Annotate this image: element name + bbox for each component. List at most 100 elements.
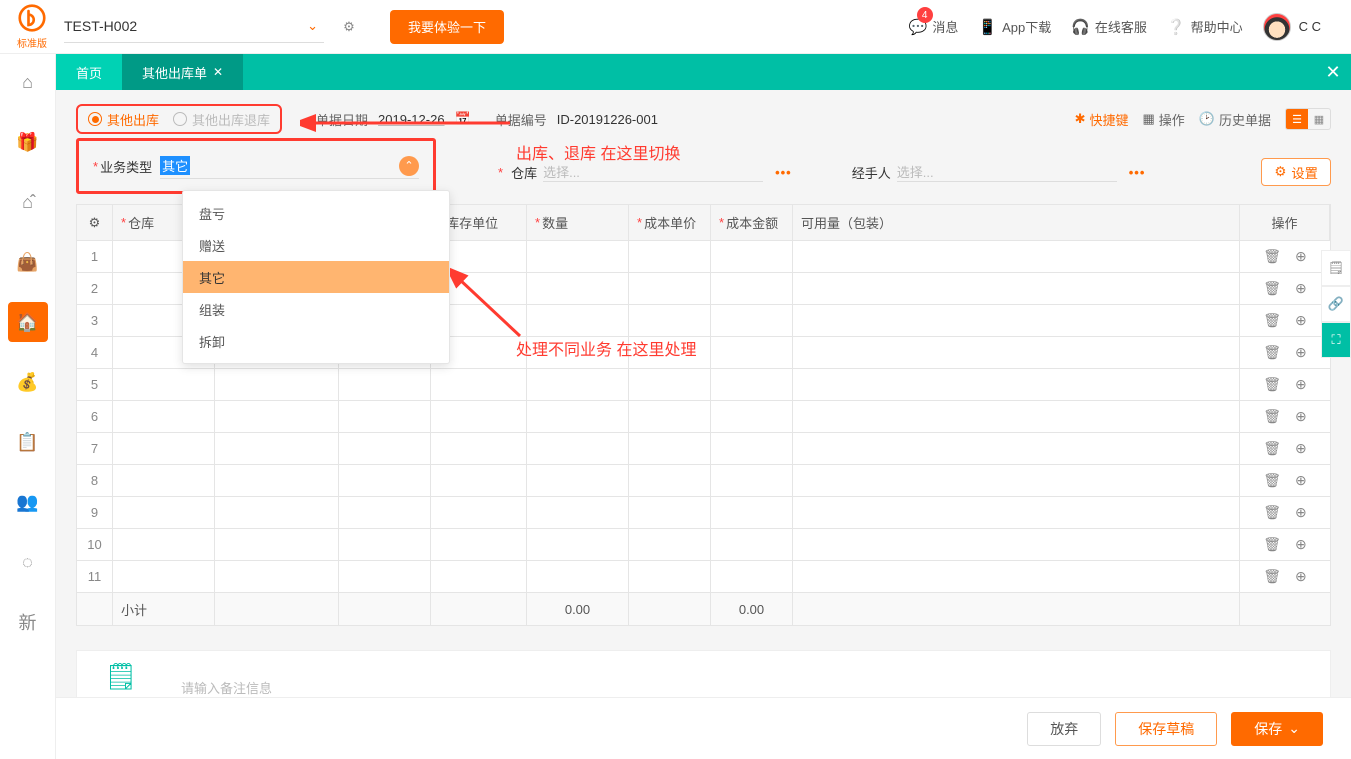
expand-tool-icon[interactable]: ⛶: [1321, 322, 1351, 358]
dropdown-item[interactable]: 盘亏: [183, 197, 449, 229]
history-icon: 🕑: [1199, 111, 1215, 127]
handler-select[interactable]: 选择...: [897, 162, 1117, 182]
table-row[interactable]: 7🗑⊕: [77, 433, 1330, 465]
add-icon[interactable]: ⊕: [1295, 408, 1307, 425]
discard-button[interactable]: 放弃: [1027, 712, 1101, 746]
more-icon[interactable]: •••: [1129, 165, 1146, 180]
dropdown-item[interactable]: 赠送: [183, 229, 449, 261]
add-icon[interactable]: ⊕: [1295, 344, 1307, 361]
view-grid-icon[interactable]: ▦: [1308, 109, 1330, 129]
delete-icon[interactable]: 🗑: [1263, 504, 1281, 521]
add-icon[interactable]: ⊕: [1295, 248, 1307, 265]
nav-home-icon[interactable]: ⌂: [8, 62, 48, 102]
add-icon[interactable]: ⊕: [1295, 536, 1307, 553]
table-row[interactable]: 5 🗑 ⊕: [77, 369, 1330, 401]
add-icon[interactable]: ⊕: [1295, 472, 1307, 489]
tab-other-outbound[interactable]: 其他出库单 ✕: [122, 54, 243, 90]
close-icon[interactable]: ✕: [213, 65, 223, 79]
save-draft-button[interactable]: 保存草稿: [1115, 712, 1217, 746]
dropdown-item[interactable]: 组装: [183, 293, 449, 325]
table-row[interactable]: 8 🗑 ⊕: [77, 465, 1330, 497]
business-type-field: * 业务类型 其它 ⌃: [76, 138, 436, 194]
user-menu[interactable]: C C: [1263, 13, 1321, 41]
row-index: 8: [77, 465, 113, 496]
row-index: 6: [77, 401, 113, 432]
messages-button[interactable]: 💬 消息 4: [909, 17, 959, 36]
warehouse-select[interactable]: 选择...: [543, 162, 763, 182]
outbound-mode-radio-group: 其他出库 其他出库退库: [76, 104, 282, 134]
tab-bar-close-icon[interactable]: ✕: [1315, 54, 1351, 90]
store-selector[interactable]: TEST-H002 ⌄: [64, 11, 324, 43]
delete-icon[interactable]: 🗑: [1263, 312, 1281, 329]
shortcut-link[interactable]: ✱快捷键: [1075, 110, 1129, 129]
doc-meta: 单据日期 2019-12-26 📅 单据编号 ID-20191226-001: [316, 110, 658, 129]
nav-sync-icon[interactable]: ◌: [8, 542, 48, 582]
row-index: 5: [77, 369, 113, 400]
save-button[interactable]: 保存 ⌄: [1231, 712, 1323, 746]
radio-other-outbound[interactable]: 其他出库: [88, 110, 159, 129]
headset-icon: 🎧: [1071, 18, 1090, 36]
col-operate: 操作: [1240, 205, 1330, 240]
date-value[interactable]: 2019-12-26: [378, 112, 445, 127]
add-icon[interactable]: ⊕: [1295, 440, 1307, 457]
more-icon[interactable]: •••: [775, 165, 792, 180]
dropdown-item[interactable]: 拆卸: [183, 325, 449, 357]
nav-bag-icon[interactable]: 👜: [8, 242, 48, 282]
add-icon[interactable]: ⊕: [1295, 312, 1307, 329]
delete-icon[interactable]: 🗑: [1263, 536, 1281, 553]
nav-clipboard-icon[interactable]: 📋: [8, 422, 48, 462]
history-link[interactable]: 🕑历史单据: [1199, 110, 1271, 129]
delete-icon[interactable]: 🗑: [1263, 408, 1281, 425]
nav-money-icon[interactable]: 💰: [8, 362, 48, 402]
table-row[interactable]: 10 🗑 ⊕: [77, 529, 1330, 561]
add-icon[interactable]: ⊕: [1295, 280, 1307, 297]
try-experience-button[interactable]: 我要体验一下: [390, 10, 504, 44]
note-tool-icon[interactable]: 🗒: [1321, 250, 1351, 286]
doc-toolbar: ✱快捷键 ▦操作 🕑历史单据 ☰ ▦: [1075, 108, 1331, 130]
online-service-button[interactable]: 🎧 在线客服: [1071, 17, 1147, 36]
delete-icon[interactable]: 🗑: [1263, 344, 1281, 361]
nav-house-icon[interactable]: ⌂̂: [8, 182, 48, 222]
row-index: 10: [77, 529, 113, 560]
subtotal-amount: 0.00: [711, 593, 793, 625]
delete-icon[interactable]: 🗑: [1263, 280, 1281, 297]
delete-icon[interactable]: 🗑: [1263, 472, 1281, 489]
settings-button[interactable]: ⚙ 设置: [1261, 158, 1331, 186]
tab-home[interactable]: 首页: [56, 54, 122, 90]
delete-icon[interactable]: 🗑: [1263, 376, 1281, 393]
add-icon[interactable]: ⊕: [1295, 568, 1307, 585]
doc-header-row: 其他出库 其他出库退库 单据日期 2019-12-26 📅 单据编号 ID-20…: [76, 104, 1331, 134]
nav-gift-icon[interactable]: 🎁: [8, 122, 48, 162]
delete-icon[interactable]: 🗑: [1263, 248, 1281, 265]
biz-type-value: 其它: [160, 156, 190, 175]
dropdown-item[interactable]: 其它: [183, 261, 449, 293]
gear-icon: ✱: [1075, 111, 1086, 127]
table-row[interactable]: 9🗑⊕: [77, 497, 1330, 529]
table-row[interactable]: 6 🗑 ⊕: [77, 401, 1330, 433]
radio-other-outbound-return[interactable]: 其他出库退库: [173, 110, 270, 129]
add-icon[interactable]: ⊕: [1295, 504, 1307, 521]
view-list-icon[interactable]: ☰: [1286, 109, 1308, 129]
link-tool-icon[interactable]: 🔗: [1321, 286, 1351, 322]
delete-icon[interactable]: 🗑: [1263, 440, 1281, 457]
warehouse-field: * 仓库 选择... •••: [498, 162, 792, 182]
operate-link[interactable]: ▦操作: [1142, 110, 1184, 129]
gear-icon[interactable]: ⚙: [77, 205, 113, 240]
calendar-icon[interactable]: 📅: [455, 111, 471, 127]
help-center-button[interactable]: ❔ 帮助中心: [1167, 17, 1243, 36]
docno-value: ID-20191226-001: [557, 112, 658, 127]
app-download-button[interactable]: 📱 App下载: [978, 17, 1051, 36]
handler-field: 经手人 选择... •••: [852, 162, 1146, 182]
add-icon[interactable]: ⊕: [1295, 376, 1307, 393]
chevron-down-icon: ⌄: [307, 18, 318, 34]
table-row[interactable]: 11🗑⊕: [77, 561, 1330, 593]
chevron-up-icon: ⌃: [399, 156, 419, 176]
avatar: [1263, 13, 1291, 41]
nav-warehouse-icon[interactable]: 🏠: [8, 302, 48, 342]
delete-icon[interactable]: 🗑: [1263, 568, 1281, 585]
nav-new-icon[interactable]: 新: [8, 602, 48, 642]
nav-contacts-icon[interactable]: 👥: [8, 482, 48, 522]
business-type-select[interactable]: 其它 ⌃: [160, 153, 419, 179]
table-subtotal-row: 小计 0.00 0.00: [77, 593, 1330, 625]
gear-icon[interactable]: ⚙: [334, 19, 364, 35]
